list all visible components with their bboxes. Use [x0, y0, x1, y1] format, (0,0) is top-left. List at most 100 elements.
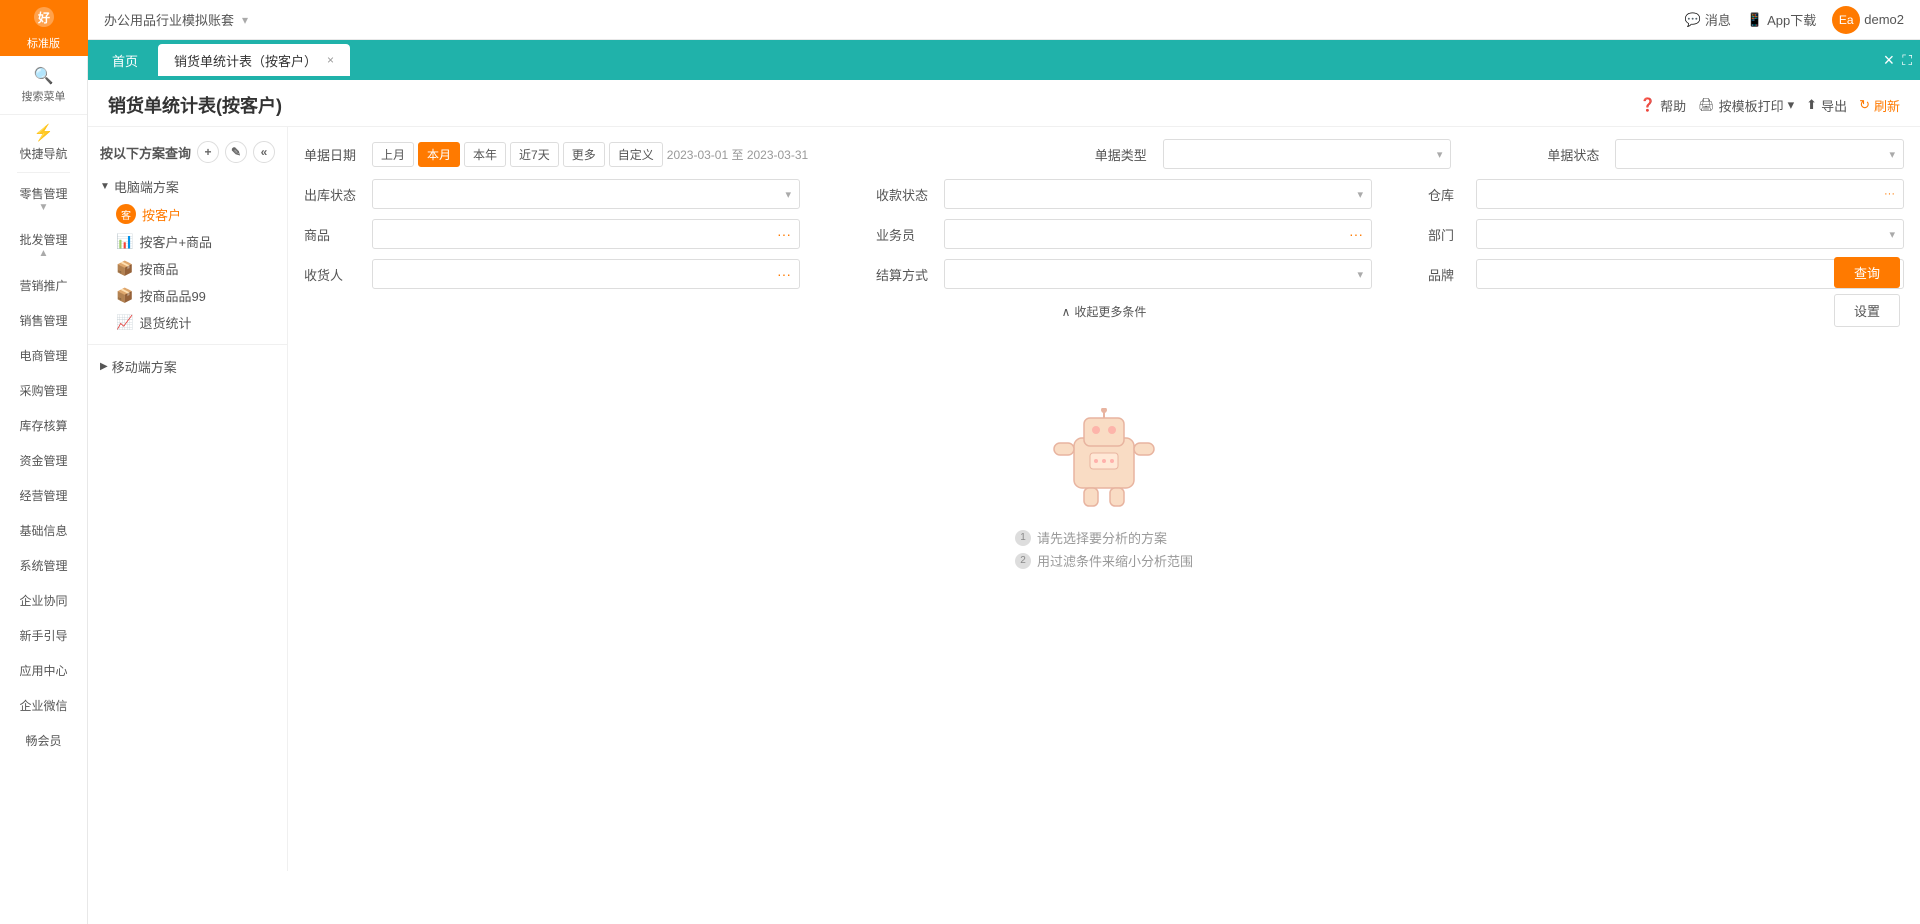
goods-label: 商品 [304, 225, 364, 244]
settings-btn[interactable]: 设置 [1834, 294, 1900, 327]
date-filter-label: 单据日期 [304, 145, 364, 164]
tab-sales-summary[interactable]: 销货单统计表（按客户） × [158, 44, 350, 76]
payment-select[interactable]: ▾ [944, 259, 1372, 289]
export-label: 导出 [1821, 96, 1847, 115]
mobile-schemes-parent[interactable]: ▶ 移动端方案 [88, 353, 287, 380]
tip-num-2: 2 [1015, 553, 1031, 569]
empty-tip-1: 1 请先选择要分析的方案 [1015, 528, 1193, 547]
scheme-by-goods[interactable]: 📦 按商品 [88, 255, 287, 282]
query-buttons: 查询 设置 [1834, 257, 1900, 327]
topbar-right: 💬 消息 📱 App下载 Ea demo2 [1685, 6, 1904, 34]
left-panel-header: 按以下方案查询 + ✎ « [88, 135, 287, 169]
sidebar-item-ecommerce[interactable]: 电商管理 [0, 337, 87, 372]
close-window-icon[interactable]: × [1884, 50, 1895, 71]
desktop-schemes-section: ▼ 电脑端方案 客 按客户 📊 按客户+商品 📦 按商品 [88, 169, 287, 340]
message-btn[interactable]: 💬 消息 [1685, 10, 1731, 29]
edit-scheme-btn[interactable]: ✎ [225, 141, 247, 163]
export-btn[interactable]: ⬆ 导出 [1806, 96, 1847, 115]
print-btn[interactable]: 🖨 按模板打印 ▾ [1698, 96, 1794, 115]
tab-home-label: 首页 [112, 51, 138, 70]
salesperson-select[interactable]: ··· [944, 219, 1372, 249]
date-btn-more[interactable]: 更多 [563, 142, 605, 167]
out-status-label: 出库状态 [304, 185, 364, 204]
warehouse-select[interactable]: ··· [1476, 179, 1904, 209]
receiver-select[interactable]: ··· [372, 259, 800, 289]
bill-status-select[interactable]: ▾ [1615, 139, 1904, 169]
left-panel-title: 按以下方案查询 [100, 143, 191, 162]
warehouse-dots: ··· [1884, 188, 1895, 200]
topbar-dropdown-icon[interactable]: ▾ [242, 13, 248, 27]
collapse-btn[interactable]: ∧ 收起更多条件 [1050, 299, 1159, 324]
scheme-return-stats[interactable]: 📈 退货统计 [88, 309, 287, 336]
help-icon: ❓ [1640, 97, 1656, 113]
bill-type-label: 单据类型 [1095, 145, 1155, 164]
salesperson-dots: ··· [1349, 226, 1363, 242]
sidebar-item-enterprise[interactable]: 企业协同 [0, 582, 87, 617]
search-menu[interactable]: 🔍 搜索菜单 [0, 56, 87, 115]
left-panel-actions: + ✎ « [197, 141, 275, 163]
scheme-customer-goods[interactable]: 📊 按客户+商品 [88, 228, 287, 255]
help-btn[interactable]: ❓ 帮助 [1640, 96, 1686, 115]
tab-sales-summary-label: 销货单统计表（按客户） [174, 51, 317, 70]
sidebar-item-operations[interactable]: 经营管理 [0, 477, 87, 512]
filter-row-4: 收货人 ··· 结算方式 ▾ 品牌 ··· [304, 259, 1904, 289]
user-profile[interactable]: Ea demo2 [1832, 6, 1904, 34]
message-icon: 💬 [1685, 12, 1701, 28]
warehouse-label: 仓库 [1428, 185, 1468, 204]
collapse-panel-btn[interactable]: « [253, 141, 275, 163]
scheme-by-goods-99-label: 按商品品99 [139, 286, 205, 305]
download-icon: 📱 [1747, 12, 1763, 28]
help-label: 帮助 [1660, 96, 1686, 115]
sidebar-item-inventory[interactable]: 库存核算 [0, 407, 87, 442]
goods-select[interactable]: ··· [372, 219, 800, 249]
date-btn-this-year[interactable]: 本年 [464, 142, 506, 167]
collect-status-select[interactable]: ▾ [944, 179, 1372, 209]
sidebar-item-wholesale[interactable]: 批发管理 ▲ [0, 221, 87, 267]
refresh-btn[interactable]: ↻ 刷新 [1859, 96, 1900, 115]
mobile-expand-icon: ▶ [100, 361, 108, 372]
query-btn[interactable]: 查询 [1834, 257, 1900, 288]
avatar: Ea [1832, 6, 1860, 34]
tab-close-icon[interactable]: × [327, 53, 334, 67]
sidebar-item-member[interactable]: 畅会员 [0, 722, 87, 757]
add-scheme-btn[interactable]: + [197, 141, 219, 163]
sidebar-item-quick-nav[interactable]: ⚡ 快捷导航 [0, 115, 87, 170]
out-status-select[interactable]: ▾ [372, 179, 800, 209]
sidebar-item-marketing[interactable]: 营销推广 [0, 267, 87, 302]
bill-status-arrow-icon: ▾ [1889, 148, 1895, 161]
mobile-schemes-section: ▶ 移动端方案 [88, 349, 287, 384]
sidebar: 好 标准版 🔍 搜索菜单 ⚡ 快捷导航 零售管理 ▼ 批发管理 ▲ 营销推广 销… [0, 0, 88, 924]
empty-state: 1 请先选择要分析的方案 2 用过滤条件来缩小分析范围 [304, 328, 1904, 654]
date-btn-custom[interactable]: 自定义 [609, 142, 663, 167]
sidebar-item-purchase[interactable]: 采购管理 [0, 372, 87, 407]
scheme-return-stats-label: 退货统计 [139, 313, 191, 332]
tip-num-1: 1 [1015, 530, 1031, 546]
sidebar-item-system[interactable]: 系统管理 [0, 547, 87, 582]
scheme-by-customer[interactable]: 客 按客户 [88, 200, 287, 228]
sidebar-item-wechat[interactable]: 企业微信 [0, 687, 87, 722]
sidebar-item-basic-info[interactable]: 基础信息 [0, 512, 87, 547]
maximize-window-icon[interactable]: ⛶ [1902, 52, 1912, 69]
bill-type-select[interactable]: ▾ [1163, 139, 1452, 169]
sidebar-item-sales[interactable]: 销售管理 [0, 302, 87, 337]
date-btn-last-7[interactable]: 近7天 [510, 142, 559, 167]
scheme-by-goods-99[interactable]: 📦 按商品品99 [88, 282, 287, 309]
username: demo2 [1864, 12, 1904, 27]
desktop-schemes-parent[interactable]: ▼ 电脑端方案 [88, 173, 287, 200]
sidebar-item-retail[interactable]: 零售管理 ▼ [0, 175, 87, 221]
scheme-customer-goods-label: 按客户+商品 [139, 232, 212, 251]
sidebar-item-newbie[interactable]: 新手引导 [0, 617, 87, 652]
collapse-icon: ∧ [1062, 305, 1071, 319]
department-arrow-icon: ▾ [1889, 228, 1895, 241]
tab-home[interactable]: 首页 [96, 44, 154, 76]
payment-label: 结算方式 [876, 265, 936, 284]
date-range-display: 2023-03-01 至 2023-03-31 [667, 146, 808, 163]
expand-icon: ▼ [100, 181, 110, 192]
date-btn-this-month[interactable]: 本月 [418, 142, 460, 167]
sidebar-item-appcenter[interactable]: 应用中心 [0, 652, 87, 687]
payment-arrow-icon: ▾ [1357, 268, 1363, 281]
app-download-btn[interactable]: 📱 App下载 [1747, 10, 1816, 29]
department-select[interactable]: ▾ [1476, 219, 1904, 249]
sidebar-item-finance[interactable]: 资金管理 [0, 442, 87, 477]
date-btn-last-month[interactable]: 上月 [372, 142, 414, 167]
